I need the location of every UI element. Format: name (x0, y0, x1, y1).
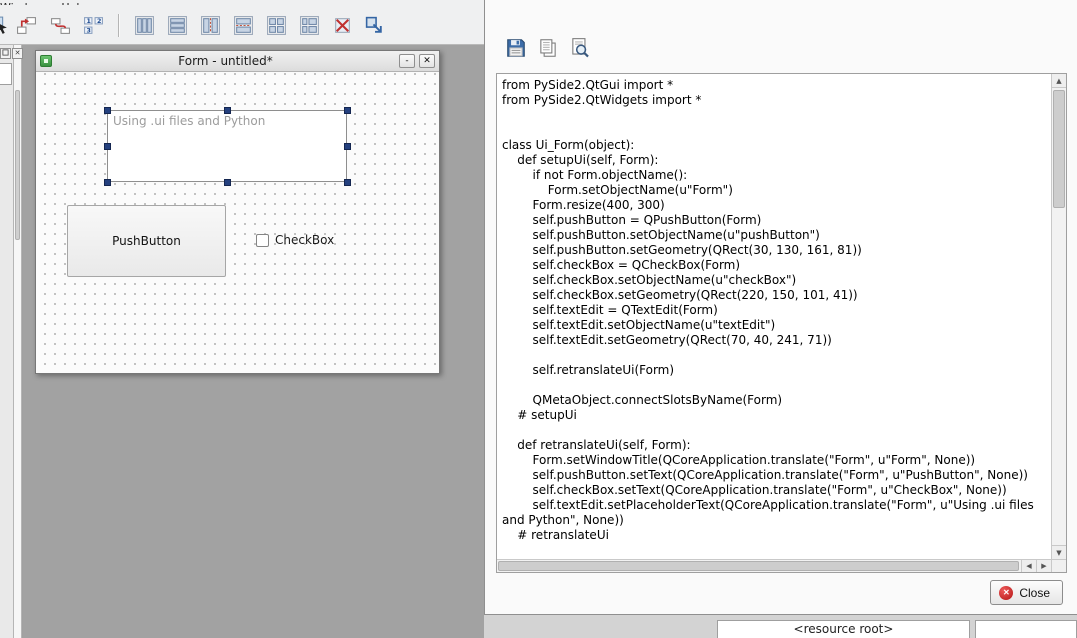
adjust-size-icon[interactable] (362, 13, 387, 38)
form-minimize-button[interactable]: - (399, 54, 415, 68)
svg-text:3: 3 (86, 27, 90, 34)
scrollbar-corner (1051, 559, 1066, 572)
edit-widgets-icon[interactable] (0, 13, 12, 38)
pushbutton-widget[interactable]: PushButton (67, 205, 226, 277)
textedit-placeholder: Using .ui files and Python (113, 114, 265, 128)
form-canvas[interactable]: Using .ui files and Python PushButton Ch… (36, 72, 439, 373)
code-preview-dialog: from PySide2.QtGui import * from PySide2… (484, 0, 1077, 615)
scroll-left-icon[interactable]: ◀ (1021, 560, 1036, 572)
generated-python-code[interactable]: from PySide2.QtGui import * from PySide2… (497, 74, 1051, 559)
selection-handle-bottom-left[interactable] (104, 179, 111, 186)
resource-panel-fragment[interactable] (975, 620, 1077, 638)
code-view[interactable]: from PySide2.QtGui import * from PySide2… (496, 73, 1067, 573)
code-vertical-scrollbar[interactable]: ▲ ▼ (1051, 74, 1066, 559)
checkbox-box-icon[interactable] (256, 234, 269, 247)
edit-signals-slots-icon[interactable] (14, 13, 39, 38)
form-window-title: Form - untitled* (56, 54, 395, 68)
scroll-right-icon[interactable]: ▶ (1036, 560, 1051, 572)
copy-icon[interactable] (536, 36, 560, 60)
textedit-widget[interactable]: Using .ui files and Python (107, 110, 347, 182)
layout-horizontal-icon[interactable] (132, 13, 157, 38)
widget-box-scrollbar[interactable] (13, 45, 22, 638)
widget-box-filter-input[interactable] (0, 63, 12, 85)
selection-handle-top-center[interactable] (224, 107, 231, 114)
layout-grid-icon[interactable] (264, 13, 289, 38)
form-close-button[interactable]: ✕ (419, 54, 435, 68)
toolbar-separator (118, 14, 119, 37)
svg-text:2: 2 (97, 18, 101, 25)
pushbutton-label: PushButton (112, 234, 181, 248)
checkbox-label: CheckBox (275, 233, 334, 247)
checkbox-widget[interactable]: CheckBox (256, 233, 334, 247)
close-button[interactable]: ✕ Close (990, 580, 1063, 605)
widget-box-scrollbar-thumb[interactable] (15, 90, 20, 240)
close-button-label: Close (1019, 586, 1050, 600)
dock-float-icon[interactable] (0, 48, 11, 59)
layout-horizontal-splitter-icon[interactable] (198, 13, 223, 38)
svg-text:1: 1 (86, 18, 90, 25)
scroll-up-icon[interactable]: ▲ (1052, 74, 1066, 88)
break-layout-icon[interactable] (330, 13, 355, 38)
find-icon[interactable] (568, 36, 592, 60)
layout-form-icon[interactable] (297, 13, 322, 38)
edit-buddies-icon[interactable] (48, 13, 73, 38)
widget-box-dock: ✕ (0, 45, 23, 638)
horizontal-scrollbar-thumb[interactable] (498, 561, 1019, 571)
scroll-down-icon[interactable]: ▼ (1052, 545, 1066, 559)
form-designer-window: Form - untitled* - ✕ Using .ui files and… (35, 50, 440, 374)
form-titlebar[interactable]: Form - untitled* - ✕ (36, 51, 439, 72)
selection-handle-bottom-right[interactable] (344, 179, 351, 186)
selection-handle-bottom-center[interactable] (224, 179, 231, 186)
save-icon[interactable] (504, 36, 528, 60)
selection-handle-top-right[interactable] (344, 107, 351, 114)
close-circle-icon: ✕ (999, 586, 1013, 600)
layout-vertical-splitter-icon[interactable] (231, 13, 256, 38)
form-window-icon (40, 55, 52, 67)
main-toolbar: 123 (0, 5, 484, 45)
qt-designer-window: WindowHelp 123 (0, 0, 1077, 638)
selection-handle-mid-left[interactable] (104, 143, 111, 150)
code-horizontal-scrollbar[interactable]: ◀ ▶ (497, 559, 1051, 572)
vertical-scrollbar-thumb[interactable] (1053, 90, 1065, 208)
resource-root-item[interactable]: <resource root> (717, 620, 970, 638)
layout-vertical-icon[interactable] (165, 13, 190, 38)
selection-handle-top-left[interactable] (104, 107, 111, 114)
dock-close-icon[interactable]: ✕ (12, 48, 23, 59)
edit-tab-order-icon[interactable]: 123 (81, 13, 106, 38)
selection-handle-mid-right[interactable] (344, 143, 351, 150)
